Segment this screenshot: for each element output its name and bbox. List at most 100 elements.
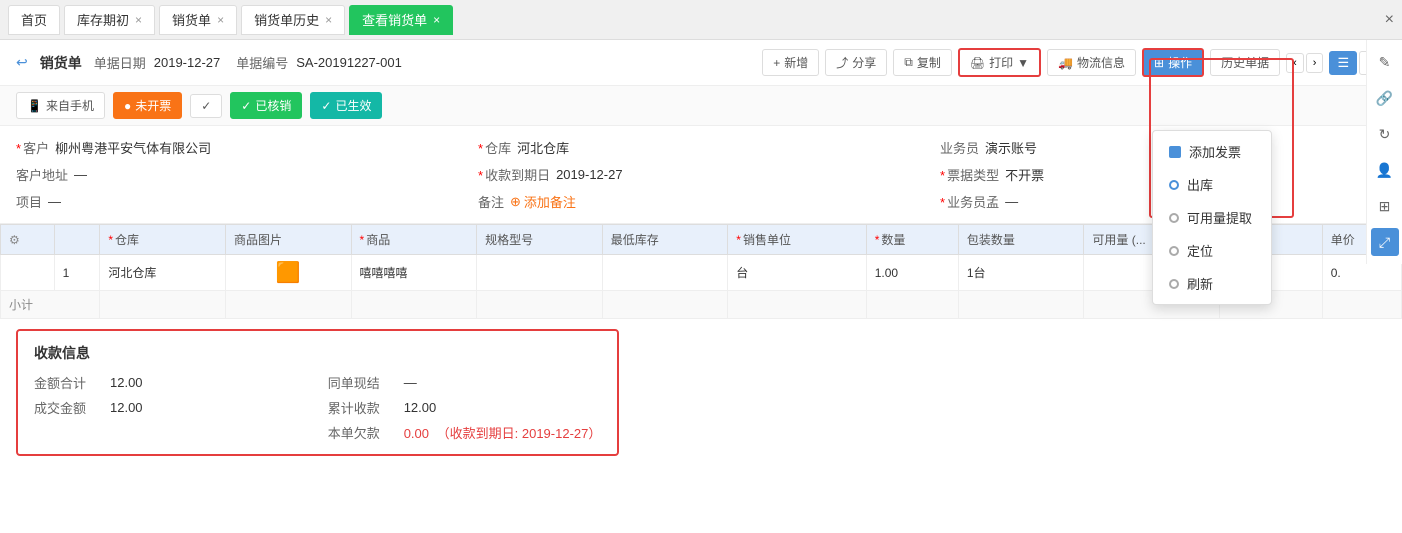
staff2-value: — [1005, 194, 1018, 209]
doc-icon: ↩ [16, 54, 28, 71]
project-row: 项目 — [16, 192, 462, 211]
share-button[interactable]: ⤴ 分享 [825, 49, 887, 76]
ticket-icon: ● [124, 99, 131, 113]
rownum-col [54, 225, 100, 255]
tab-sales-order-close[interactable]: × [217, 13, 224, 27]
outbound-label: 出库 [1187, 175, 1213, 194]
print-button[interactable]: 🖨 打印 ▼ [958, 48, 1041, 77]
customer-label: 客户 [16, 138, 49, 157]
payment-grid: 金额合计 12.00 同单现结 — 成交金额 12.00 累计收款 12.00 … [34, 373, 601, 442]
truck-icon: 🚚 [1058, 56, 1073, 70]
locate-item[interactable]: 定位 [1153, 234, 1271, 267]
same-order-label: 同单现结 [328, 373, 398, 392]
sold-button[interactable]: ✓ 已核销 [230, 92, 302, 119]
tab-inventory-init[interactable]: 库存期初 × [64, 5, 155, 35]
tab-sales-order-label: 销货单 [172, 10, 211, 29]
list-view-button[interactable]: ☰ [1329, 51, 1357, 75]
total-value: 12.00 [110, 375, 143, 390]
transaction-row: 成交金额 12.00 [34, 398, 308, 417]
sidebar-data-icon[interactable]: ⊞ [1371, 192, 1399, 220]
subtotal-spec [477, 291, 603, 319]
tab-sales-history-label: 销货单历史 [254, 10, 319, 29]
close-window-button[interactable]: × [1385, 11, 1394, 29]
add-invoice-item[interactable]: 添加发票 [1153, 135, 1271, 168]
address-value: — [74, 167, 87, 182]
row-settings [1, 255, 55, 291]
grid-icon: ⊞ [1154, 56, 1164, 70]
add-invoice-label: 添加发票 [1189, 142, 1241, 161]
share-icon: ⤴ [836, 54, 848, 71]
tab-home[interactable]: 首页 [8, 5, 60, 35]
customer-value: 柳州粤港平安气体有限公司 [55, 138, 211, 157]
subtotal-product [351, 291, 477, 319]
note-row: 备注 ⊕ 添加备注 [478, 192, 924, 211]
sidebar-edit-icon[interactable]: ✎ [1371, 48, 1399, 76]
address-row: 客户地址 — [16, 165, 462, 184]
same-order-row: 同单现结 — [328, 373, 602, 392]
logistics-button[interactable]: 🚚 物流信息 [1047, 49, 1136, 76]
tab-sales-history[interactable]: 销货单历史 × [241, 5, 345, 35]
copy-button[interactable]: ⧉ 复制 [893, 49, 952, 76]
available-qty-item[interactable]: 可用量提取 [1153, 201, 1271, 234]
subtotal-qty [866, 291, 958, 319]
sidebar-user-icon[interactable]: 👤 [1371, 156, 1399, 184]
settings-col[interactable]: ⚙ [1, 225, 55, 255]
row-quantity: 1.00 [866, 255, 958, 291]
project-value: — [48, 194, 61, 209]
warehouse-label: 仓库 [478, 138, 511, 157]
sidebar-refresh-icon[interactable]: ↻ [1371, 120, 1399, 148]
history-button[interactable]: 历史单据 [1210, 49, 1280, 76]
cumulative-value: 12.00 [404, 400, 437, 415]
available-qty-label: 可用量提取 [1187, 208, 1252, 227]
tab-sales-history-close[interactable]: × [325, 13, 332, 27]
next-button[interactable]: › [1306, 53, 1324, 73]
address-label: 客户地址 [16, 165, 68, 184]
row-pack-qty: 1台 [958, 255, 1084, 291]
effective-icon: ✓ [321, 99, 331, 113]
mobile-icon: 📱 [27, 99, 42, 113]
subtotal-min [602, 291, 728, 319]
from-mobile-button[interactable]: 📱 来自手机 [16, 92, 105, 119]
payment-date-label: 收款到期日 [478, 165, 550, 184]
payment-date-row: 收款到期日 2019-12-27 [478, 165, 924, 184]
header-actions: + 新增 ⤴ 分享 ⧉ 复制 🖨 打印 ▼ 🚚 物流信息 ⊞ 操 [762, 48, 1386, 77]
tab-sales-order[interactable]: 销货单 × [159, 5, 237, 35]
quantity-col: 数量 [866, 225, 958, 255]
prev-button[interactable]: ‹ [1286, 53, 1304, 73]
refresh-icon [1169, 279, 1179, 289]
subtotal-pack [958, 291, 1084, 319]
doc-date-label: 单据日期 2019-12-27 [94, 53, 221, 72]
locate-label: 定位 [1187, 241, 1213, 260]
tab-inventory-label: 库存期初 [77, 10, 129, 29]
not-open-ticket-button[interactable]: ● 未开票 [113, 92, 182, 119]
toolbar: 📱 来自手机 ● 未开票 ✓ ✓ 已核销 ✓ 已生效 [0, 86, 1402, 126]
check-icon-button[interactable]: ✓ [190, 94, 222, 118]
row-num: 1 [54, 255, 100, 291]
settings-icon: ⚙ [9, 233, 20, 247]
new-button[interactable]: + 新增 [762, 49, 819, 76]
outbound-icon [1169, 180, 1179, 190]
add-note-button[interactable]: ⊕ 添加备注 [510, 192, 576, 211]
tab-view-sales[interactable]: 查看销货单 × [349, 5, 453, 35]
staff2-label: 业务员孟 [940, 192, 999, 211]
product-col: 商品 [351, 225, 477, 255]
project-label: 项目 [16, 192, 42, 211]
refresh-item[interactable]: 刷新 [1153, 267, 1271, 300]
doc-meta: 单据日期 2019-12-27 单据编号 SA-20191227-001 [94, 53, 402, 72]
cumulative-row: 累计收款 12.00 [328, 398, 602, 417]
sidebar-link-icon[interactable]: 🔗 [1371, 84, 1399, 112]
row-spec [477, 255, 603, 291]
tab-inventory-close[interactable]: × [135, 13, 142, 27]
outbound-item[interactable]: 出库 [1153, 168, 1271, 201]
subtotal-image [225, 291, 351, 319]
subtotal-unit [728, 291, 866, 319]
warehouse-row: 仓库 河北仓库 [478, 138, 924, 157]
owed-due-text: （收款到期日: 2019-12-27） [437, 426, 602, 441]
tab-view-sales-close[interactable]: × [433, 13, 440, 27]
total-row: 金额合计 12.00 [34, 373, 308, 392]
pack-qty-col: 包装数量 [958, 225, 1084, 255]
warehouse-value: 河北仓库 [517, 138, 569, 157]
effective-button[interactable]: ✓ 已生效 [310, 92, 382, 119]
sidebar-expand-icon[interactable]: ⤢ [1371, 228, 1399, 256]
operate-button[interactable]: ⊞ 操作 [1142, 48, 1204, 77]
